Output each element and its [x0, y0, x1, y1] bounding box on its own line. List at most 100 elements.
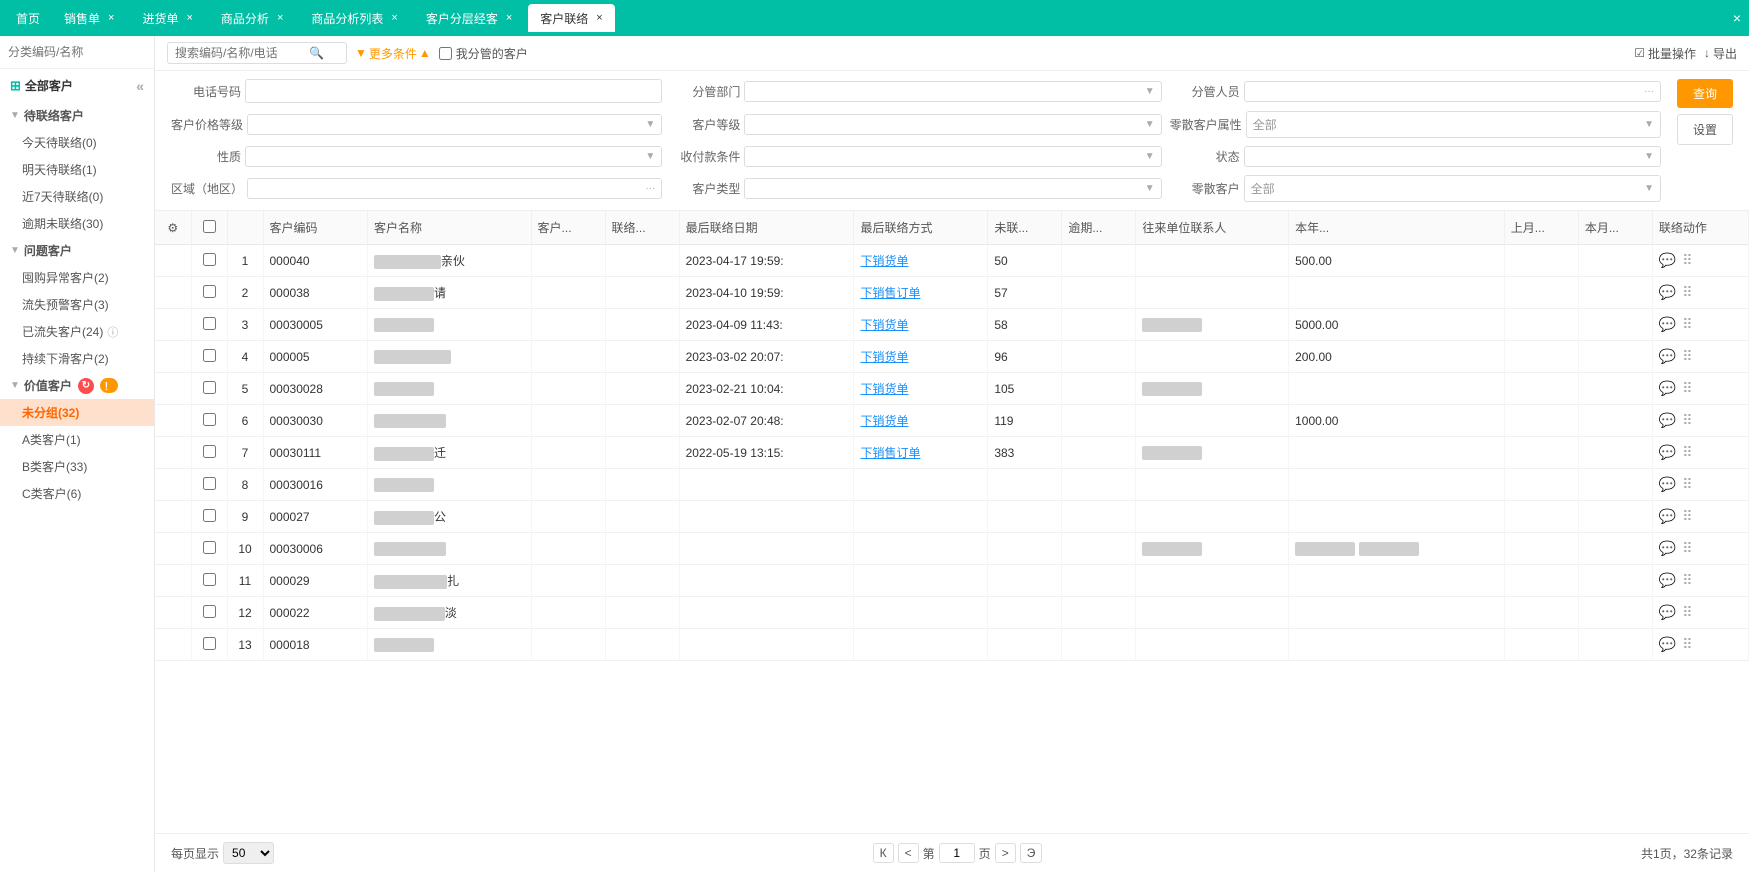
nature-select[interactable]: ▼ [245, 146, 662, 167]
tab-sales-close[interactable]: × [108, 12, 114, 24]
sidebar-item-hoarding-anomaly[interactable]: 囤购异常客户(2) [0, 264, 154, 291]
contact-way-link[interactable]: 下销售订单 [860, 446, 920, 460]
chat-action-icon[interactable]: 💬 [1659, 444, 1676, 461]
tab-purchase[interactable]: 进货单 × [130, 4, 204, 32]
sidebar-all-customers[interactable]: ⊞ 全部客户 « [0, 69, 154, 102]
region-select[interactable]: ··· [247, 178, 662, 199]
row-select-checkbox[interactable] [203, 605, 216, 618]
retail-attr-select[interactable]: 全部 ▼ [1246, 111, 1661, 138]
contact-way-link[interactable]: 下销货单 [860, 254, 908, 268]
row-select-checkbox[interactable] [203, 285, 216, 298]
contact-way-link[interactable]: 下销货单 [860, 350, 908, 364]
sidebar-collapse-button[interactable]: « [136, 78, 144, 94]
row-select-checkbox[interactable] [203, 349, 216, 362]
more-action-icon[interactable]: ⠿ [1682, 348, 1692, 365]
more-action-icon[interactable]: ⠿ [1682, 284, 1692, 301]
more-action-icon[interactable]: ⠿ [1682, 412, 1692, 429]
row-select-checkbox[interactable] [203, 541, 216, 554]
chat-action-icon[interactable]: 💬 [1659, 604, 1676, 621]
prev-page-button[interactable]: < [898, 843, 919, 863]
chat-action-icon[interactable]: 💬 [1659, 252, 1676, 269]
row-select-checkbox[interactable] [203, 509, 216, 522]
chat-action-icon[interactable]: 💬 [1659, 540, 1676, 557]
row-select-checkbox[interactable] [203, 573, 216, 586]
row-select-checkbox[interactable] [203, 253, 216, 266]
chat-action-icon[interactable]: 💬 [1659, 508, 1676, 525]
more-action-icon[interactable]: ⠿ [1682, 476, 1692, 493]
customer-type-select[interactable]: ▼ [744, 178, 1161, 199]
tab-product-analysis-list[interactable]: 商品分析列表 × [299, 4, 409, 32]
sidebar-section-value[interactable]: ▼ 价值客户 ↻ ！ [0, 372, 154, 399]
settings-icon[interactable]: ⚙ [167, 221, 178, 235]
contact-way-link[interactable]: 下销货单 [860, 318, 908, 332]
sidebar-item-churn-warning[interactable]: 流失预警客户(3) [0, 291, 154, 318]
phone-input[interactable] [245, 79, 662, 103]
sidebar-item-class-a[interactable]: A类客户(1) [0, 426, 154, 453]
customer-level-select[interactable]: ▼ [744, 114, 1161, 135]
sidebar-item-unclassified[interactable]: 未分组(32) [0, 399, 154, 426]
tab-product-analysis-close[interactable]: × [277, 12, 283, 24]
page-input[interactable] [939, 843, 975, 863]
sidebar-item-tomorrow[interactable]: 明天待联络(1) [0, 156, 154, 183]
price-level-select[interactable]: ▼ [247, 114, 662, 135]
chat-action-icon[interactable]: 💬 [1659, 572, 1676, 589]
row-select-checkbox[interactable] [203, 413, 216, 426]
nav-home[interactable]: 首页 [8, 10, 48, 27]
status-select[interactable]: ▼ [1244, 146, 1661, 167]
query-button[interactable]: 查询 [1677, 79, 1733, 108]
chat-action-icon[interactable]: 💬 [1659, 348, 1676, 365]
manager-select[interactable]: ··· [1244, 81, 1661, 102]
retail-select[interactable]: 全部 ▼ [1244, 175, 1661, 202]
tab-sales[interactable]: 销售单 × [52, 4, 126, 32]
window-close-button[interactable]: × [1733, 10, 1741, 26]
more-action-icon[interactable]: ⠿ [1682, 252, 1692, 269]
sidebar-item-class-c[interactable]: C类客户(6) [0, 480, 154, 507]
tab-customer-contact-close[interactable]: × [596, 12, 602, 24]
contact-way-link[interactable]: 下销货单 [860, 382, 908, 396]
batch-operation-button[interactable]: ☑ 批量操作 [1634, 45, 1696, 62]
contact-way-link[interactable]: 下销售订单 [860, 286, 920, 300]
sidebar-item-churned[interactable]: 已流失客户(24) ⓘ [0, 318, 154, 345]
chat-action-icon[interactable]: 💬 [1659, 284, 1676, 301]
sidebar-search-input[interactable] [8, 45, 155, 59]
more-action-icon[interactable]: ⠿ [1682, 572, 1692, 589]
row-select-checkbox[interactable] [203, 637, 216, 650]
more-action-icon[interactable]: ⠿ [1682, 636, 1692, 653]
chat-action-icon[interactable]: 💬 [1659, 412, 1676, 429]
chat-action-icon[interactable]: 💬 [1659, 380, 1676, 397]
row-select-checkbox[interactable] [203, 381, 216, 394]
more-action-icon[interactable]: ⠿ [1682, 604, 1692, 621]
sidebar-item-week[interactable]: 近7天待联络(0) [0, 183, 154, 210]
sidebar-section-pending[interactable]: ▼ 待联络客户 [0, 102, 154, 129]
sidebar-item-declining[interactable]: 持续下滑客户(2) [0, 345, 154, 372]
payment-select[interactable]: ▼ [744, 146, 1161, 167]
page-size-select[interactable]: 50 100 [223, 842, 274, 864]
chat-action-icon[interactable]: 💬 [1659, 636, 1676, 653]
more-conditions[interactable]: ▼ 更多条件 ▲ [355, 45, 431, 62]
col-settings[interactable]: ⚙ [155, 211, 191, 245]
tab-product-analysis[interactable]: 商品分析 × [209, 4, 295, 32]
next-page-button[interactable]: > [995, 843, 1016, 863]
tab-customer-contact[interactable]: 客户联络 × [528, 4, 614, 32]
sidebar-item-class-b[interactable]: B类客户(33) [0, 453, 154, 480]
search-input[interactable] [175, 46, 305, 60]
export-button[interactable]: ↓ 导出 [1704, 45, 1737, 62]
more-action-icon[interactable]: ⠿ [1682, 380, 1692, 397]
my-customers-checkbox[interactable] [439, 47, 452, 60]
row-select-checkbox[interactable] [203, 477, 216, 490]
more-action-icon[interactable]: ⠿ [1682, 444, 1692, 461]
contact-way-link[interactable]: 下销货单 [860, 414, 908, 428]
dept-select[interactable]: ▼ [744, 81, 1161, 102]
first-page-button[interactable]: К [873, 843, 894, 863]
sidebar-item-today[interactable]: 今天待联络(0) [0, 129, 154, 156]
reset-button[interactable]: 设置 [1677, 114, 1733, 145]
last-page-button[interactable]: Э [1020, 843, 1043, 863]
value-refresh-icon[interactable]: ↻ [78, 378, 94, 394]
more-action-icon[interactable]: ⠿ [1682, 508, 1692, 525]
row-select-checkbox[interactable] [203, 317, 216, 330]
row-select-checkbox[interactable] [203, 445, 216, 458]
tab-purchase-close[interactable]: × [186, 12, 192, 24]
tab-customer-segment-close[interactable]: × [506, 12, 512, 24]
sidebar-item-overdue[interactable]: 逾期未联络(30) [0, 210, 154, 237]
more-action-icon[interactable]: ⠿ [1682, 540, 1692, 557]
